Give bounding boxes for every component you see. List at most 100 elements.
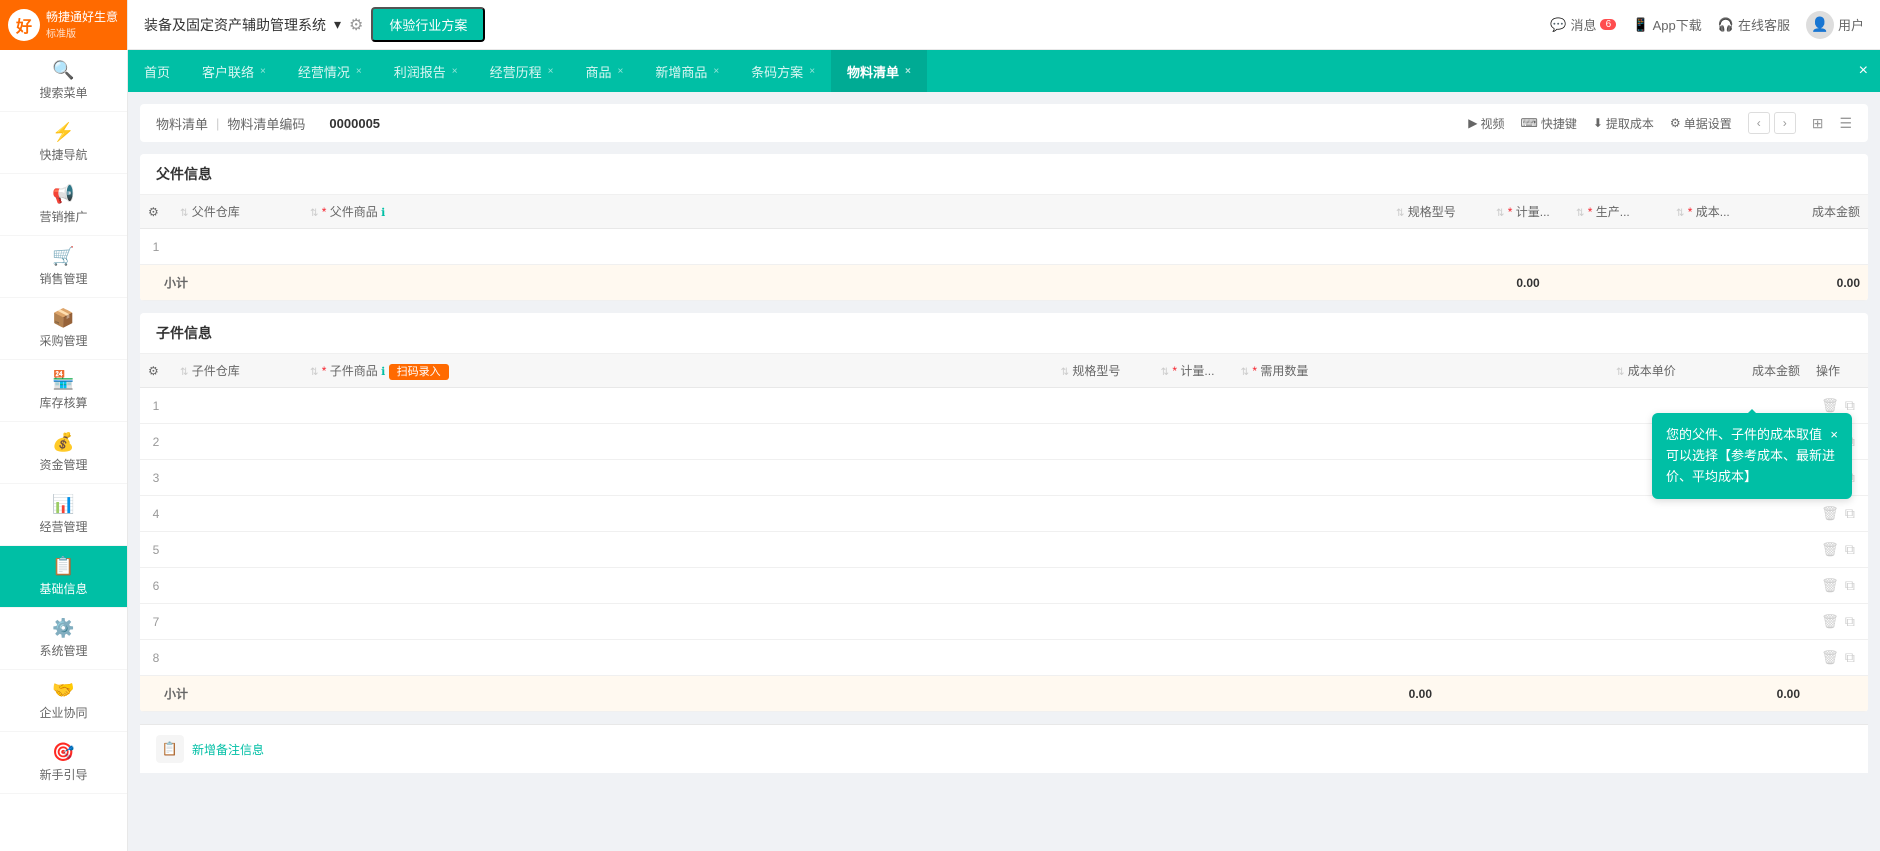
child-cell-warehouse-8[interactable] [172, 640, 302, 676]
child-cell-qty-2[interactable] [1233, 424, 1608, 460]
child-cell-product-1[interactable] [302, 388, 1053, 424]
child-cell-qty-6[interactable] [1233, 568, 1608, 604]
copy-icon-6[interactable]: ⧉ [1845, 577, 1855, 594]
tab-operations-close[interactable]: × [356, 66, 362, 77]
child-cell-warehouse-6[interactable] [172, 568, 302, 604]
sidebar-item-system[interactable]: ⚙️ 系统管理 [0, 608, 127, 670]
child-cell-unit-1[interactable] [1153, 388, 1233, 424]
service-button[interactable]: 🎧 在线客服 [1718, 15, 1790, 34]
parent-cell-warehouse-1[interactable] [172, 229, 302, 265]
app-download-button[interactable]: 📱 App下载 [1632, 15, 1701, 34]
trial-button[interactable]: 体验行业方案 [371, 7, 485, 42]
child-cell-spec-3[interactable] [1053, 460, 1153, 496]
child-cell-qty-5[interactable] [1233, 532, 1608, 568]
tab-bom-close[interactable]: × [905, 66, 911, 77]
sidebar-item-enterprise[interactable]: 🤝 企业协同 [0, 670, 127, 732]
copy-icon-5[interactable]: ⧉ [1845, 541, 1855, 558]
tab-operations-stat[interactable]: 经营情况 × [282, 50, 378, 92]
child-cell-warehouse-1[interactable] [172, 388, 302, 424]
child-cell-product-7[interactable] [302, 604, 1053, 640]
delete-icon-1[interactable]: 🗑 [1821, 397, 1839, 414]
child-cell-unit-2[interactable] [1153, 424, 1233, 460]
delete-icon-7[interactable]: 🗑 [1821, 613, 1839, 630]
child-cell-cost-amount-8[interactable] [1708, 640, 1808, 676]
child-cell-warehouse-3[interactable] [172, 460, 302, 496]
delete-icon-8[interactable]: 🗑 [1821, 649, 1839, 666]
tab-history-close[interactable]: × [548, 66, 554, 77]
scan-button[interactable]: 扫码录入 [389, 364, 449, 380]
child-cell-unit-price-5[interactable] [1608, 532, 1708, 568]
tab-bom[interactable]: 物料清单 × [831, 50, 927, 92]
child-cell-warehouse-4[interactable] [172, 496, 302, 532]
tooltip-close-button[interactable]: × [1830, 425, 1838, 446]
child-cell-cost-amount-4[interactable] [1708, 496, 1808, 532]
child-th-settings[interactable]: ⚙ [140, 354, 172, 388]
copy-icon-8[interactable]: ⧉ [1845, 649, 1855, 666]
child-cell-qty-4[interactable] [1233, 496, 1608, 532]
add-note-icon[interactable]: 📋 [156, 735, 184, 763]
child-cell-product-3[interactable] [302, 460, 1053, 496]
parent-cell-cost-amount-1[interactable] [1768, 229, 1868, 265]
tab-home[interactable]: 首页 [128, 50, 186, 92]
parent-cell-cost-1[interactable] [1668, 229, 1768, 265]
delete-icon-5[interactable]: 🗑 [1821, 541, 1839, 558]
user-button[interactable]: 👤 用户 [1806, 11, 1864, 39]
delete-icon-6[interactable]: 🗑 [1821, 577, 1839, 594]
message-button[interactable]: 💬 消息 6 [1550, 15, 1616, 34]
add-note-link[interactable]: 新增备注信息 [192, 741, 264, 758]
topbar-gear-icon[interactable]: ⚙ [349, 15, 363, 35]
child-cell-warehouse-2[interactable] [172, 424, 302, 460]
child-cell-warehouse-5[interactable] [172, 532, 302, 568]
child-cell-unit-3[interactable] [1153, 460, 1233, 496]
child-cell-unit-price-7[interactable] [1608, 604, 1708, 640]
topbar-dropdown[interactable]: ▾ [334, 16, 341, 33]
child-cell-product-6[interactable] [302, 568, 1053, 604]
tab-barcode-close[interactable]: × [809, 66, 815, 77]
child-cell-spec-4[interactable] [1053, 496, 1153, 532]
sidebar-item-quick-nav[interactable]: ⚡ 快捷导航 [0, 112, 127, 174]
tab-new-product[interactable]: 新增商品 × [639, 50, 735, 92]
child-cell-qty-8[interactable] [1233, 640, 1608, 676]
sidebar-item-finance[interactable]: 💰 资金管理 [0, 422, 127, 484]
child-cell-product-5[interactable] [302, 532, 1053, 568]
tab-history[interactable]: 经营历程 × [474, 50, 570, 92]
copy-icon-7[interactable]: ⧉ [1845, 613, 1855, 630]
sidebar-item-inventory[interactable]: 🏪 库存核算 [0, 360, 127, 422]
tab-products-close[interactable]: × [617, 66, 623, 77]
child-cell-cost-amount-7[interactable] [1708, 604, 1808, 640]
tab-profit[interactable]: 利润报告 × [378, 50, 474, 92]
child-cell-spec-6[interactable] [1053, 568, 1153, 604]
child-cell-unit-price-8[interactable] [1608, 640, 1708, 676]
parent-cell-product-1[interactable] [302, 229, 1388, 265]
tab-products[interactable]: 商品 × [569, 50, 639, 92]
child-cell-product-8[interactable] [302, 640, 1053, 676]
list-icon[interactable]: ☰ [1839, 115, 1852, 132]
parent-cell-unit-1[interactable] [1488, 229, 1568, 265]
child-cell-qty-7[interactable] [1233, 604, 1608, 640]
tab-customers-close[interactable]: × [260, 66, 266, 77]
grid-icon[interactable]: ⊞ [1812, 115, 1824, 132]
sidebar-item-search[interactable]: 🔍 搜索菜单 [0, 50, 127, 112]
single-settings-action[interactable]: ⚙ 单据设置 [1670, 115, 1732, 132]
tab-new-product-close[interactable]: × [713, 66, 719, 77]
child-cell-cost-amount-5[interactable] [1708, 532, 1808, 568]
child-cell-unit-6[interactable] [1153, 568, 1233, 604]
video-action[interactable]: ▶ 视频 [1468, 115, 1504, 132]
delete-icon-4[interactable]: 🗑 [1821, 505, 1839, 522]
tab-barcode[interactable]: 条码方案 × [735, 50, 831, 92]
shortcut-action[interactable]: ⌨ 快捷键 [1521, 115, 1577, 132]
close-all-tabs-button[interactable]: × [1847, 62, 1880, 80]
child-cell-cost-amount-6[interactable] [1708, 568, 1808, 604]
sidebar-item-basic-info[interactable]: 📋 基础信息 [0, 546, 127, 608]
extract-cost-action[interactable]: ⬇ 提取成本 [1593, 115, 1654, 132]
child-cell-unit-price-4[interactable] [1608, 496, 1708, 532]
prev-arrow[interactable]: ‹ [1748, 112, 1770, 134]
child-cell-spec-7[interactable] [1053, 604, 1153, 640]
sidebar-item-sales[interactable]: 🛒 销售管理 [0, 236, 127, 298]
child-cell-unit-8[interactable] [1153, 640, 1233, 676]
sidebar-item-guide[interactable]: 🎯 新手引导 [0, 732, 127, 794]
tab-profit-close[interactable]: × [452, 66, 458, 77]
child-cell-qty-3[interactable] [1233, 460, 1608, 496]
child-cell-product-4[interactable] [302, 496, 1053, 532]
sidebar-item-marketing[interactable]: 📢 营销推广 [0, 174, 127, 236]
